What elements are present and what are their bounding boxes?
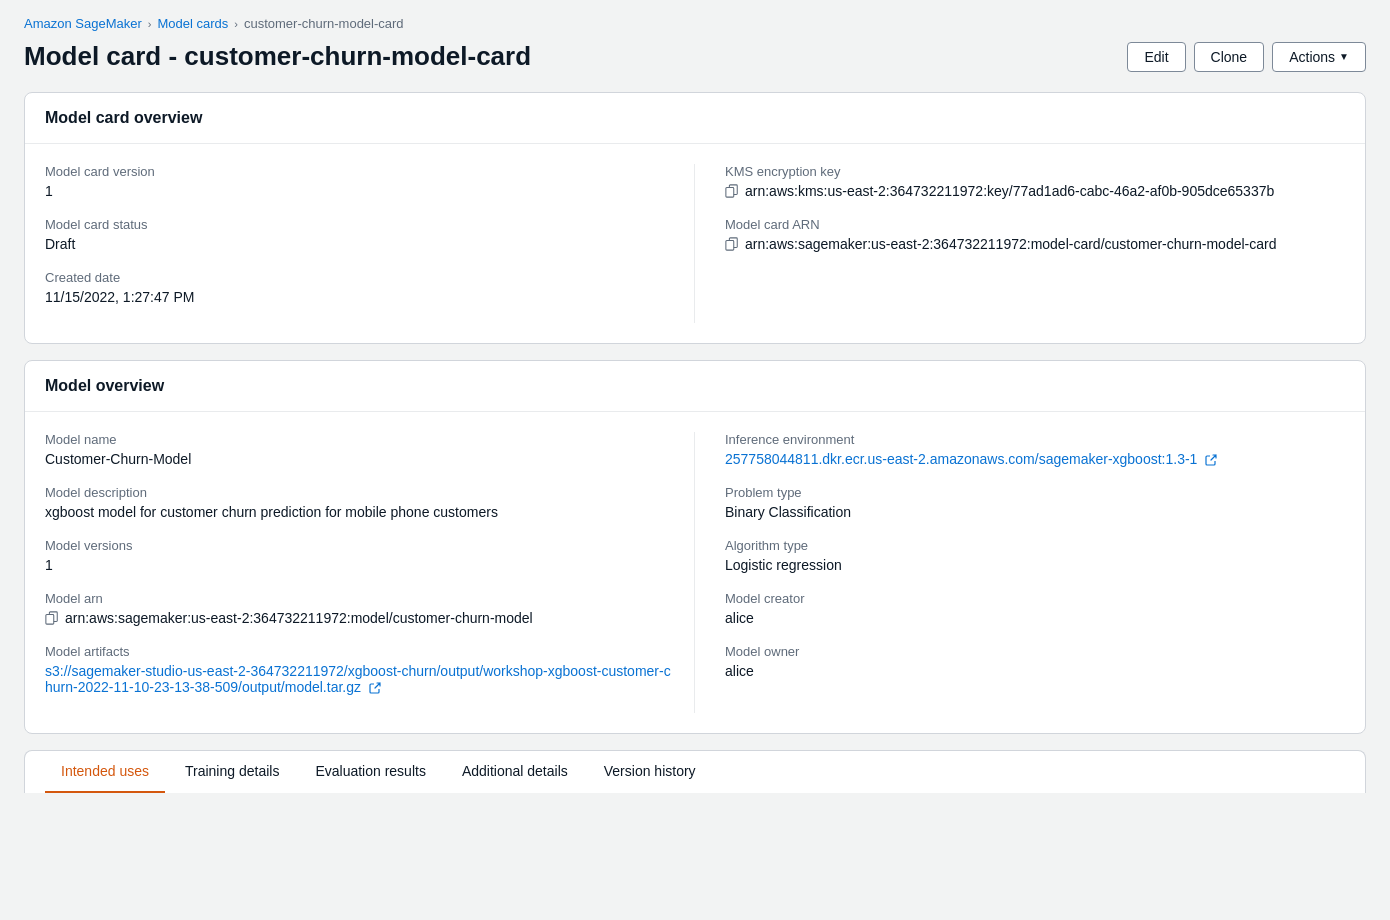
model-description-field: Model description xgboost model for cust… — [45, 485, 674, 520]
breadcrumb: Amazon SageMaker › Model cards › custome… — [24, 16, 1366, 31]
model-artifacts-value: s3://sagemaker-studio-us-east-2-36473221… — [45, 663, 674, 695]
model-arn-label: Model arn — [45, 591, 674, 606]
breadcrumb-current: customer-churn-model-card — [244, 16, 404, 31]
tab-intended-uses[interactable]: Intended uses — [45, 751, 165, 793]
model-arn-field: Model arn arn:aws:sagemaker:us-east-2:36… — [45, 591, 674, 626]
model-overview-header: Model overview — [25, 361, 1365, 412]
tab-evaluation-results[interactable]: Evaluation results — [299, 751, 442, 793]
model-card-overview-left: Model card version 1 Model card status D… — [45, 164, 695, 323]
card-arn-value: arn:aws:sagemaker:us-east-2:364732211972… — [725, 236, 1345, 252]
actions-label: Actions — [1289, 49, 1335, 65]
model-overview-body: Model name Customer-Churn-Model Model de… — [25, 412, 1365, 733]
model-versions-label: Model versions — [45, 538, 674, 553]
model-card-overview-body: Model card version 1 Model card status D… — [25, 144, 1365, 343]
card-created-label: Created date — [45, 270, 674, 285]
breadcrumb-sagemaker[interactable]: Amazon SageMaker — [24, 16, 142, 31]
header-actions: Edit Clone Actions ▼ — [1127, 42, 1366, 72]
card-arn-field: Model card ARN arn:aws:sagemaker:us-east… — [725, 217, 1345, 252]
model-arn-text: arn:aws:sagemaker:us-east-2:364732211972… — [65, 610, 533, 626]
model-overview-grid: Model name Customer-Churn-Model Model de… — [45, 432, 1345, 713]
model-overview-section: Model overview Model name Customer-Churn… — [24, 360, 1366, 734]
problem-type-value: Binary Classification — [725, 504, 1345, 520]
copy-model-arn-icon[interactable] — [45, 611, 59, 625]
clone-button[interactable]: Clone — [1194, 42, 1265, 72]
edit-button[interactable]: Edit — [1127, 42, 1185, 72]
svg-rect-5 — [46, 615, 54, 625]
tabs-bar: Intended uses Training details Evaluatio… — [24, 750, 1366, 793]
model-description-value: xgboost model for customer churn predict… — [45, 504, 674, 520]
chevron-down-icon: ▼ — [1339, 51, 1349, 62]
model-creator-field: Model creator alice — [725, 591, 1345, 626]
page-header: Model card - customer-churn-model-card E… — [24, 41, 1366, 72]
breadcrumb-sep-1: › — [148, 18, 152, 30]
model-owner-field: Model owner alice — [725, 644, 1345, 679]
model-overview-left: Model name Customer-Churn-Model Model de… — [45, 432, 695, 713]
kms-key-field: KMS encryption key arn:aws:kms:us-east-2… — [725, 164, 1345, 199]
tab-version-history[interactable]: Version history — [588, 751, 712, 793]
model-artifacts-link[interactable]: s3://sagemaker-studio-us-east-2-36473221… — [45, 663, 671, 695]
algorithm-type-label: Algorithm type — [725, 538, 1345, 553]
model-versions-field: Model versions 1 — [45, 538, 674, 573]
model-name-label: Model name — [45, 432, 674, 447]
card-status-field: Model card status Draft — [45, 217, 674, 252]
model-overview-right: Inference environment 257758044811.dkr.e… — [695, 432, 1345, 713]
card-status-label: Model card status — [45, 217, 674, 232]
copy-arn-icon[interactable] — [725, 237, 739, 251]
page-title: Model card - customer-churn-model-card — [24, 41, 531, 72]
algorithm-type-field: Algorithm type Logistic regression — [725, 538, 1345, 573]
model-versions-value: 1 — [45, 557, 674, 573]
external-link-icon — [369, 682, 381, 694]
kms-key-arn: arn:aws:kms:us-east-2:364732211972:key/7… — [745, 183, 1274, 199]
model-overview-title: Model overview — [45, 377, 1345, 395]
model-arn-value: arn:aws:sagemaker:us-east-2:364732211972… — [45, 610, 674, 626]
model-card-overview-section: Model card overview Model card version 1… — [24, 92, 1366, 344]
card-version-field: Model card version 1 — [45, 164, 674, 199]
breadcrumb-model-cards[interactable]: Model cards — [157, 16, 228, 31]
inference-env-label: Inference environment — [725, 432, 1345, 447]
kms-key-label: KMS encryption key — [725, 164, 1345, 179]
copy-icon[interactable] — [725, 184, 739, 198]
model-owner-value: alice — [725, 663, 1345, 679]
actions-button[interactable]: Actions ▼ — [1272, 42, 1366, 72]
model-owner-label: Model owner — [725, 644, 1345, 659]
tab-additional-details[interactable]: Additional details — [446, 751, 584, 793]
model-name-value: Customer-Churn-Model — [45, 451, 674, 467]
model-card-overview-title: Model card overview — [45, 109, 1345, 127]
svg-rect-3 — [726, 241, 734, 251]
inference-external-link-icon — [1205, 454, 1217, 466]
inference-env-link[interactable]: 257758044811.dkr.ecr.us-east-2.amazonaws… — [725, 451, 1197, 467]
tab-training-details[interactable]: Training details — [169, 751, 295, 793]
model-creator-label: Model creator — [725, 591, 1345, 606]
card-version-label: Model card version — [45, 164, 674, 179]
model-description-label: Model description — [45, 485, 674, 500]
problem-type-field: Problem type Binary Classification — [725, 485, 1345, 520]
card-version-value: 1 — [45, 183, 674, 199]
card-arn-text: arn:aws:sagemaker:us-east-2:364732211972… — [745, 236, 1277, 252]
model-creator-value: alice — [725, 610, 1345, 626]
breadcrumb-sep-2: › — [234, 18, 238, 30]
problem-type-label: Problem type — [725, 485, 1345, 500]
kms-key-value: arn:aws:kms:us-east-2:364732211972:key/7… — [725, 183, 1345, 199]
card-arn-label: Model card ARN — [725, 217, 1345, 232]
inference-env-value: 257758044811.dkr.ecr.us-east-2.amazonaws… — [725, 451, 1345, 467]
svg-rect-1 — [726, 188, 734, 198]
model-artifacts-field: Model artifacts s3://sagemaker-studio-us… — [45, 644, 674, 695]
algorithm-type-value: Logistic regression — [725, 557, 1345, 573]
model-card-overview-right: KMS encryption key arn:aws:kms:us-east-2… — [695, 164, 1345, 323]
model-name-field: Model name Customer-Churn-Model — [45, 432, 674, 467]
card-created-field: Created date 11/15/2022, 1:27:47 PM — [45, 270, 674, 305]
card-status-value: Draft — [45, 236, 674, 252]
model-card-overview-grid: Model card version 1 Model card status D… — [45, 164, 1345, 323]
model-card-overview-header: Model card overview — [25, 93, 1365, 144]
inference-env-field: Inference environment 257758044811.dkr.e… — [725, 432, 1345, 467]
model-artifacts-label: Model artifacts — [45, 644, 674, 659]
card-created-value: 11/15/2022, 1:27:47 PM — [45, 289, 674, 305]
